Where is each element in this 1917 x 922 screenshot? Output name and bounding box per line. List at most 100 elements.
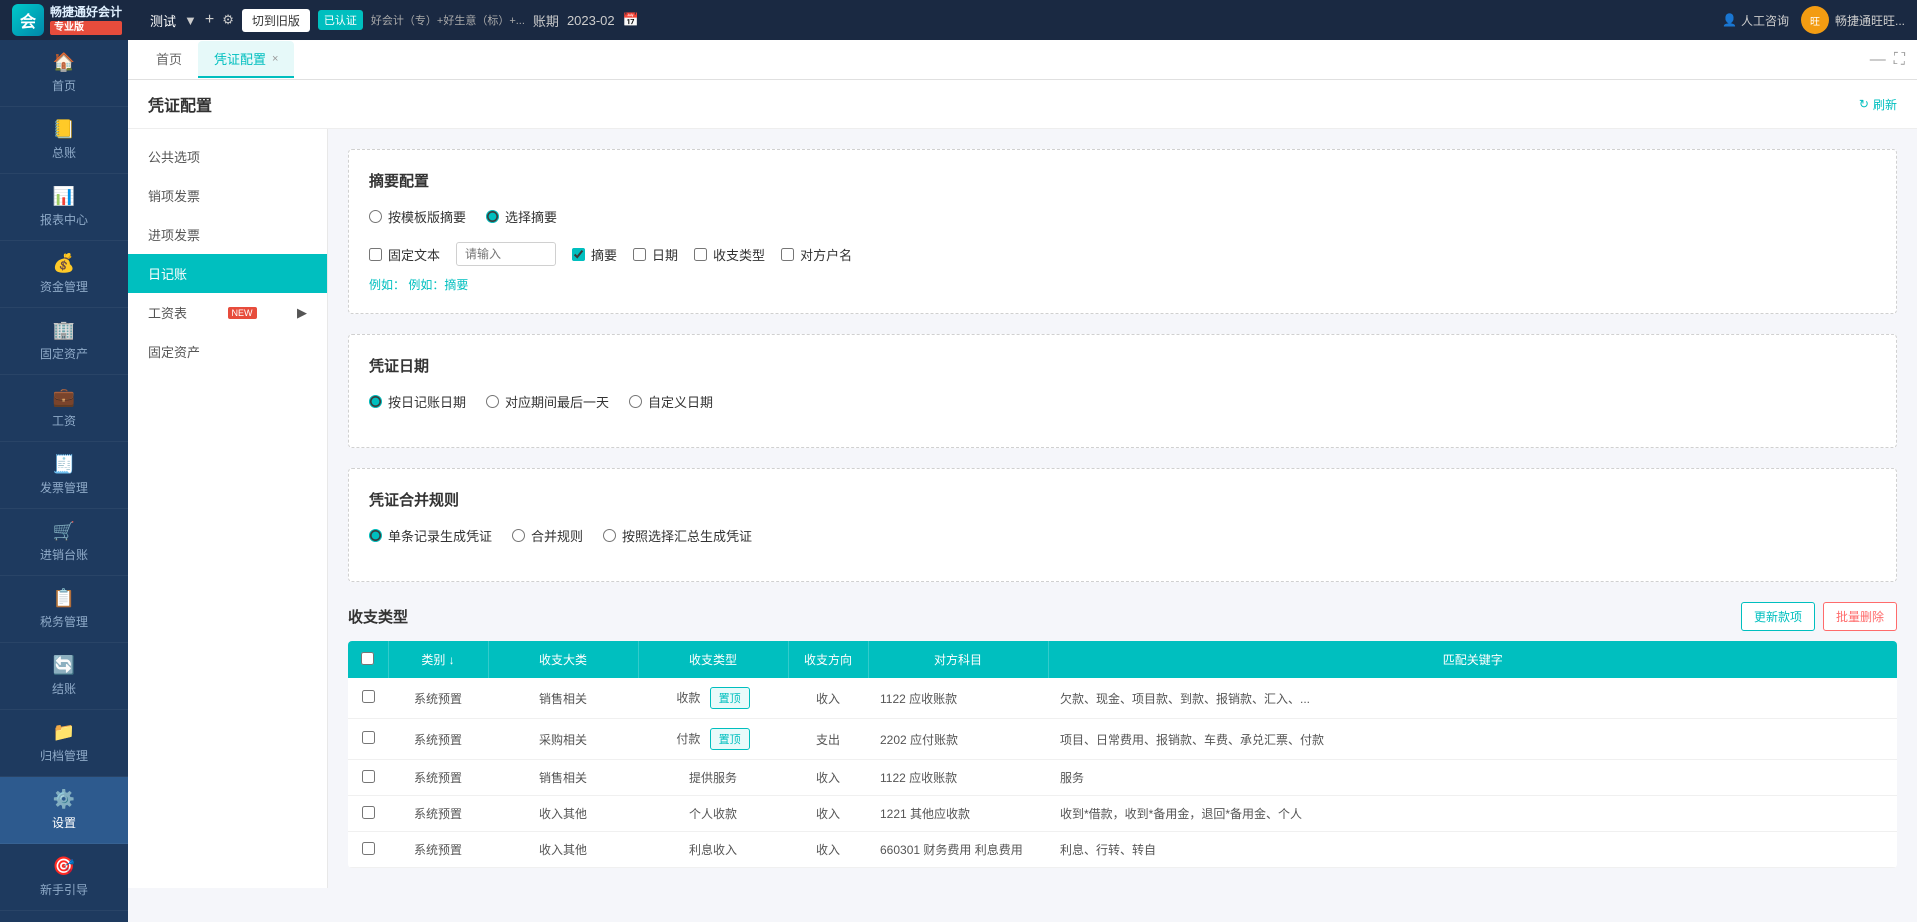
- row3-checkbox[interactable]: [362, 806, 375, 819]
- merge-rules-select-total[interactable]: 按照选择汇总生成凭证: [603, 526, 752, 545]
- fixed-text-checkbox-input[interactable]: [369, 248, 382, 261]
- merge-rules-select-total-input[interactable]: [603, 529, 616, 542]
- fullscreen-button[interactable]: ⛶: [1894, 51, 1905, 69]
- summary-radio-select[interactable]: 选择摘要: [486, 207, 557, 226]
- row3-checkbox-cell[interactable]: [348, 796, 388, 832]
- sidebar-item-purchase[interactable]: 🛒 进销台账: [0, 509, 128, 576]
- row0-checkbox[interactable]: [362, 690, 375, 703]
- voucher-date-journal[interactable]: 按日记账日期: [369, 392, 466, 411]
- summary-radio-select-label: 选择摘要: [505, 207, 557, 226]
- update-button[interactable]: 更新款项: [1741, 602, 1815, 631]
- row1-reset-btn[interactable]: 置顶: [710, 728, 750, 750]
- th-category[interactable]: 类别 ↓: [388, 641, 488, 678]
- sidebar-item-funds[interactable]: 💰 资金管理: [0, 241, 128, 308]
- sidebar-item-tax[interactable]: 📋 税务管理: [0, 576, 128, 643]
- sidebar-item-assets[interactable]: 🏢 固定资产: [0, 308, 128, 375]
- counterparty-checkbox[interactable]: 对方户名: [781, 245, 852, 264]
- row4-checkbox-cell[interactable]: [348, 832, 388, 868]
- user-area[interactable]: 旺 畅捷通旺旺...: [1801, 6, 1905, 34]
- switch-button[interactable]: 切到旧版: [242, 9, 310, 32]
- good-account-badge: 好会计（专）+好生意（标）+...: [371, 12, 525, 28]
- merge-rules-single-input[interactable]: [369, 529, 382, 542]
- row2-checkbox-cell[interactable]: [348, 760, 388, 796]
- sidebar-item-home[interactable]: 🏠 首页: [0, 40, 128, 107]
- logo: 会 畅捷通好会计 专业版: [12, 4, 140, 36]
- sidebar-item-invoice[interactable]: 🧾 发票管理: [0, 442, 128, 509]
- fixed-text-checkbox[interactable]: 固定文本: [369, 245, 440, 264]
- fixed-text-input[interactable]: [456, 242, 556, 266]
- type-checkbox-input[interactable]: [694, 248, 707, 261]
- sidebar-item-reports[interactable]: 📊 报表中心: [0, 174, 128, 241]
- left-nav: 公共选项 销项发票 进项发票 日记账 工资表 NEW ▶: [128, 129, 328, 888]
- dropdown-icon[interactable]: ▼: [184, 13, 197, 28]
- merge-rules-merge[interactable]: 合并规则: [512, 526, 583, 545]
- row2-checkbox[interactable]: [362, 770, 375, 783]
- user-service[interactable]: 👤 人工咨询: [1722, 12, 1789, 29]
- voucher-date-period-last-input[interactable]: [486, 395, 499, 408]
- content-area: 首页 凭证配置 × — ⛶ 凭证配置 ↻ 刷新: [128, 40, 1917, 922]
- left-nav-public[interactable]: 公共选项: [128, 137, 327, 176]
- voucher-date-custom[interactable]: 自定义日期: [629, 392, 713, 411]
- summary-config-section: 摘要配置 按模板版摘要 选择摘要: [348, 149, 1897, 314]
- tab-close-icon[interactable]: ×: [272, 53, 278, 65]
- settings-icon[interactable]: ⚙: [222, 12, 234, 28]
- select-all-checkbox[interactable]: [361, 652, 374, 665]
- sidebar-item-ledger[interactable]: 📒 总账: [0, 107, 128, 174]
- minimize-button[interactable]: —: [1870, 51, 1886, 69]
- left-nav-purchase-invoice[interactable]: 进项发票: [128, 215, 327, 254]
- th-checkbox[interactable]: [348, 641, 388, 678]
- income-expense-section: 收支类型 更新款项 批量删除: [348, 602, 1897, 868]
- sidebar-item-settings[interactable]: ⚙️ 设置: [0, 777, 128, 844]
- left-nav-fixed-assets[interactable]: 固定资产: [128, 332, 327, 371]
- merge-rules-merge-input[interactable]: [512, 529, 525, 542]
- summary-checkbox[interactable]: 摘要: [572, 245, 617, 264]
- calendar-icon[interactable]: 📅: [623, 12, 639, 28]
- left-nav-journal[interactable]: 日记账: [128, 254, 327, 293]
- row4-checkbox[interactable]: [362, 842, 375, 855]
- merge-rules-single[interactable]: 单条记录生成凭证: [369, 526, 492, 545]
- row3-direction: 收入: [788, 796, 868, 832]
- left-nav-sales-invoice[interactable]: 销项发票: [128, 176, 327, 215]
- tab-bar: 首页 凭证配置 × — ⛶: [128, 40, 1917, 80]
- counterparty-checkbox-input[interactable]: [781, 248, 794, 261]
- sidebar-item-archive[interactable]: 📁 归档管理: [0, 710, 128, 777]
- type-checkbox[interactable]: 收支类型: [694, 245, 765, 264]
- logo-icon: 会: [12, 4, 44, 36]
- batch-delete-button[interactable]: 批量删除: [1823, 602, 1897, 631]
- row0-reset-btn[interactable]: 置顶: [710, 687, 750, 709]
- summary-checkbox-input[interactable]: [572, 248, 585, 261]
- voucher-date-journal-input[interactable]: [369, 395, 382, 408]
- tab-home[interactable]: 首页: [140, 41, 198, 78]
- row0-checkbox-cell[interactable]: [348, 678, 388, 719]
- voucher-date-custom-input[interactable]: [629, 395, 642, 408]
- left-nav-payroll[interactable]: 工资表 NEW ▶: [128, 293, 327, 332]
- payroll-arrow-icon: ▶: [297, 305, 307, 321]
- row3-subject: 1221 其他应收款: [868, 796, 1048, 832]
- row4-keyword: 利息、行转、转自: [1048, 832, 1897, 868]
- row1-checkbox[interactable]: [362, 731, 375, 744]
- date-checkbox[interactable]: 日期: [633, 245, 678, 264]
- date-checkbox-input[interactable]: [633, 248, 646, 261]
- sidebar-item-settlement[interactable]: 🔄 结账: [0, 643, 128, 710]
- voucher-date-period-last[interactable]: 对应期间最后一天: [486, 392, 609, 411]
- row1-checkbox-cell[interactable]: [348, 719, 388, 760]
- sidebar-label-home: 首页: [52, 77, 76, 94]
- sidebar-item-newguide[interactable]: 🎯 新手引导: [0, 844, 128, 911]
- sidebar-label-reports: 报表中心: [40, 211, 88, 228]
- summary-radio-template-input[interactable]: [369, 210, 382, 223]
- main-layout: 🏠 首页 📒 总账 📊 报表中心 💰 资金管理 🏢 固定资产 💼 工资 🧾 发票…: [0, 40, 1917, 922]
- sidebar-item-member[interactable]: 👑 畅会员: [0, 911, 128, 922]
- add-icon[interactable]: +: [205, 11, 214, 29]
- row4-subject: 660301 财务费用 利息费用: [868, 832, 1048, 868]
- salary-icon: 💼: [53, 387, 75, 408]
- sidebar-item-salary[interactable]: 💼 工资: [0, 375, 128, 442]
- example-link[interactable]: 例如：摘要: [408, 278, 468, 292]
- summary-radio-select-input[interactable]: [486, 210, 499, 223]
- summary-radio-template[interactable]: 按模板版摘要: [369, 207, 466, 226]
- refresh-button[interactable]: ↻ 刷新: [1859, 96, 1897, 113]
- row1-direction: 支出: [788, 719, 868, 760]
- sidebar-label-newguide: 新手引导: [40, 881, 88, 898]
- tab-config[interactable]: 凭证配置 ×: [198, 41, 294, 78]
- row4-type: 利息收入: [638, 832, 788, 868]
- row3-major: 收入其他: [488, 796, 638, 832]
